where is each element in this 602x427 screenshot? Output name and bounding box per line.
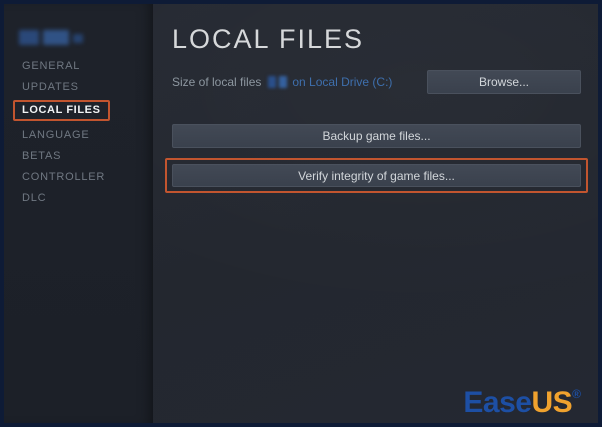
page-title: LOCAL FILES bbox=[172, 24, 365, 54]
sidebar-item-local-files[interactable]: LOCAL FILES bbox=[13, 97, 147, 124]
verify-highlight-box: Verify integrity of game files... bbox=[165, 158, 588, 193]
local-files-size-row: Size of local files on Local Drive (C:) … bbox=[172, 70, 581, 94]
backup-game-files-button[interactable]: Backup game files... bbox=[172, 124, 581, 148]
sidebar-item-label: GENERAL bbox=[22, 59, 81, 72]
sidebar-item-controller[interactable]: CONTROLLER bbox=[22, 166, 147, 187]
sidebar-item-label: BETAS bbox=[22, 149, 62, 162]
easeus-logo-ease: Ease bbox=[463, 386, 532, 419]
sidebar-item-updates[interactable]: UPDATES bbox=[22, 76, 147, 97]
sidebar: GENERAL UPDATES LOCAL FILES LANGUAGE BET… bbox=[4, 4, 153, 423]
redacted-game-title bbox=[19, 30, 83, 45]
sidebar-item-label: UPDATES bbox=[22, 80, 79, 93]
easeus-watermark-logo: EaseUS® bbox=[463, 386, 581, 419]
registered-trademark-icon: ® bbox=[572, 387, 581, 401]
sidebar-item-label: CONTROLLER bbox=[22, 170, 106, 183]
browse-button[interactable]: Browse... bbox=[427, 70, 581, 94]
easeus-logo-us: US bbox=[531, 386, 573, 419]
steam-properties-window: GENERAL UPDATES LOCAL FILES LANGUAGE BET… bbox=[0, 0, 602, 427]
redacted-size-value bbox=[268, 76, 288, 88]
sidebar-item-betas[interactable]: BETAS bbox=[22, 145, 147, 166]
sidebar-item-label: LOCAL FILES bbox=[13, 100, 110, 121]
size-location-text: on Local Drive (C:) bbox=[292, 75, 393, 89]
main-panel: LOCAL FILES Size of local files on Local… bbox=[153, 4, 598, 423]
sidebar-item-dlc[interactable]: DLC bbox=[22, 187, 147, 208]
verify-integrity-button[interactable]: Verify integrity of game files... bbox=[172, 164, 581, 187]
sidebar-item-label: DLC bbox=[22, 191, 47, 204]
sidebar-item-label: LANGUAGE bbox=[22, 128, 90, 141]
sidebar-item-general[interactable]: GENERAL bbox=[22, 55, 147, 76]
size-label: Size of local files bbox=[172, 75, 262, 89]
sidebar-nav: GENERAL UPDATES LOCAL FILES LANGUAGE BET… bbox=[13, 55, 147, 208]
sidebar-item-language[interactable]: LANGUAGE bbox=[22, 124, 147, 145]
